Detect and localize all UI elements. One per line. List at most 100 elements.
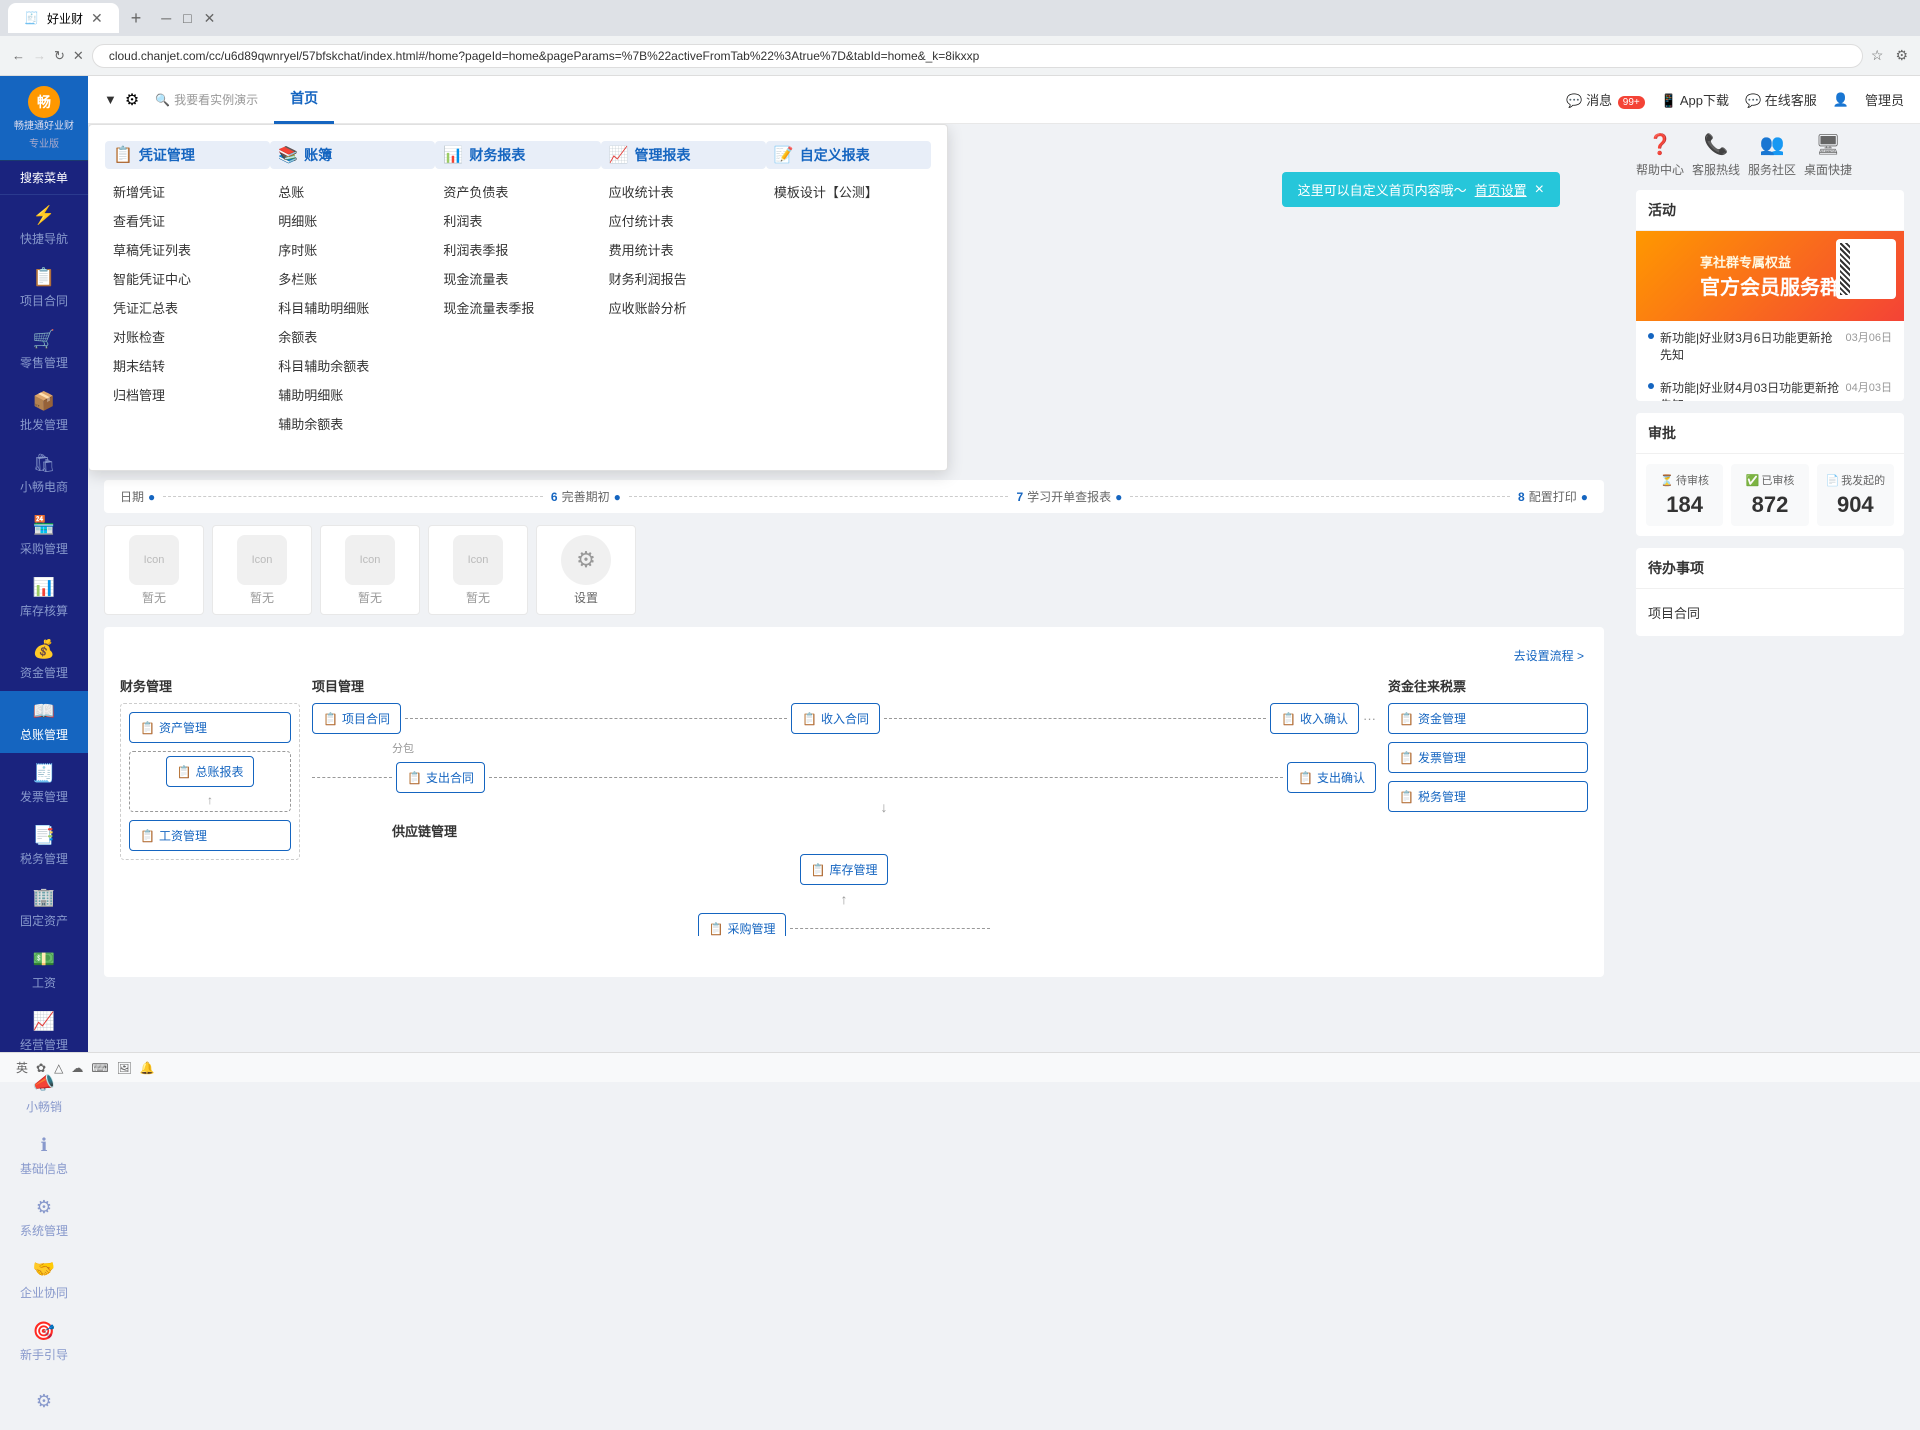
menu-item-yeb[interactable]: 余额表 bbox=[278, 322, 427, 351]
promo-banner[interactable]: 享社群专属权益 官方会员服务群 bbox=[1636, 231, 1904, 321]
top-search-demo[interactable]: 🔍 我要看实例演示 bbox=[155, 91, 258, 108]
menu-item-zcfzb[interactable]: 资产负债表 bbox=[443, 177, 592, 206]
tab-close-button[interactable]: ✕ bbox=[91, 10, 103, 27]
browser-tab[interactable]: 🧾 好业财 ✕ bbox=[8, 3, 119, 33]
flow-node-capital-mgmt[interactable]: 📋 资金管理 bbox=[1388, 703, 1588, 734]
menu-item-dlz[interactable]: 多栏账 bbox=[278, 264, 427, 293]
flow-node-salary[interactable]: 📋 工资管理 bbox=[129, 820, 291, 851]
menu-item-xjllbjb[interactable]: 现金流量表季报 bbox=[443, 293, 592, 322]
menu-item-fzyeb[interactable]: 辅助余额表 bbox=[278, 409, 427, 438]
menu-item-lrb[interactable]: 利润表 bbox=[443, 206, 592, 235]
settings-icon-top[interactable]: ⚙ bbox=[125, 90, 139, 110]
back-icon[interactable]: ← bbox=[12, 48, 25, 63]
sidebar-item-xinshou[interactable]: 🎯新手引导 bbox=[0, 1311, 88, 1373]
right-link-help[interactable]: ❓ 帮助中心 bbox=[1636, 132, 1684, 178]
sidebar-item-fapiao[interactable]: 🧾发票管理 bbox=[0, 753, 88, 815]
flow-node-expense-contract[interactable]: 📋 支出合同 bbox=[396, 762, 485, 793]
flow-node-income-contract[interactable]: 📋 收入合同 bbox=[791, 703, 880, 734]
sidebar-item-kuaijie[interactable]: ⚡快捷导航 bbox=[0, 195, 88, 257]
flow-node-asset[interactable]: 📋 资产管理 bbox=[129, 712, 291, 743]
menu-item-fytjb[interactable]: 费用统计表 bbox=[609, 235, 758, 264]
close-window-icon[interactable]: ✕ bbox=[204, 10, 216, 27]
sidebar-search[interactable]: 搜索菜单 bbox=[0, 161, 88, 195]
sidebar-item-pifa[interactable]: 📦批发管理 bbox=[0, 381, 88, 443]
menu-item-ystjb[interactable]: 应收统计表 bbox=[609, 177, 758, 206]
sidebar-item-zongzhang[interactable]: 📖总账管理 bbox=[0, 691, 88, 753]
todo-item-xiangmu[interactable]: 项目合同 bbox=[1648, 599, 1892, 626]
sidebar-settings-button[interactable]: ⚙ bbox=[0, 1381, 88, 1422]
online-support-button[interactable]: 💬 在线客服 bbox=[1745, 90, 1817, 109]
approval-initiated[interactable]: 📄 我发起的 904 bbox=[1817, 464, 1894, 526]
menu-item-xjllb[interactable]: 现金流量表 bbox=[443, 264, 592, 293]
customize-banner[interactable]: 这里可以自定义首页内容哦～ 首页设置 × bbox=[1282, 172, 1560, 207]
menu-item-mbsj[interactable]: 模板设计【公测】 bbox=[774, 177, 923, 206]
sidebar-item-gongzi[interactable]: 💵工资 bbox=[0, 939, 88, 1001]
icon-cell-2[interactable]: Icon 暂无 bbox=[212, 525, 312, 615]
set-flow-button[interactable]: 去设置流程 > bbox=[1510, 643, 1588, 668]
sidebar-item-xitong[interactable]: ⚙系统管理 bbox=[0, 1187, 88, 1249]
user-avatar[interactable]: 👤 bbox=[1833, 92, 1849, 108]
flow-node-tax-mgmt[interactable]: 📋 税务管理 bbox=[1388, 781, 1588, 812]
nav-tab-home[interactable]: 首页 bbox=[274, 76, 334, 124]
menu-item-yftjb[interactable]: 应付统计表 bbox=[609, 206, 758, 235]
right-link-service[interactable]: 📞 客服热线 bbox=[1692, 132, 1740, 178]
menu-item-pzhzb[interactable]: 凭证汇总表 bbox=[113, 293, 262, 322]
sidebar-item-kucun[interactable]: 📊库存核算 bbox=[0, 567, 88, 629]
forward-icon[interactable]: → bbox=[33, 48, 46, 63]
flow-node-inventory[interactable]: 📋 库存管理 bbox=[800, 854, 889, 885]
right-link-desktop[interactable]: 🖥 桌面快捷 bbox=[1804, 132, 1852, 178]
flow-node-purchase[interactable]: 📋 采购管理 bbox=[698, 913, 787, 936]
customize-link-1[interactable]: 首页设置 bbox=[1475, 180, 1527, 199]
flow-node-ledger[interactable]: 📋 总账报表 bbox=[166, 756, 255, 787]
flow-node-expense-confirm[interactable]: 📋 支出确认 bbox=[1287, 762, 1376, 793]
sidebar-item-lingshou[interactable]: 🛒零售管理 bbox=[0, 319, 88, 381]
customize-close-button[interactable]: × bbox=[1535, 181, 1544, 199]
menu-item-fzmxz[interactable]: 辅助明细账 bbox=[278, 380, 427, 409]
menu-item-qmjz[interactable]: 期末结转 bbox=[113, 351, 262, 380]
menu-item-kmfzyeb[interactable]: 科目辅助余额表 bbox=[278, 351, 427, 380]
extension-icon[interactable]: ⚙ bbox=[1895, 47, 1908, 64]
maximize-icon[interactable]: □ bbox=[183, 10, 191, 27]
menu-item-znpz[interactable]: 智能凭证中心 bbox=[113, 264, 262, 293]
menu-item-lrbjb[interactable]: 利润表季报 bbox=[443, 235, 592, 264]
sidebar-item-zijin[interactable]: 💰资金管理 bbox=[0, 629, 88, 691]
menu-item-zz[interactable]: 总账 bbox=[278, 177, 427, 206]
flow-node-project-contract[interactable]: 📋 项目合同 bbox=[312, 703, 401, 734]
messages-button[interactable]: 💬 消息 99+ bbox=[1566, 90, 1644, 109]
refresh-icon[interactable]: ↻ bbox=[54, 48, 65, 64]
minimize-icon[interactable]: ─ bbox=[161, 10, 171, 27]
approval-done[interactable]: ✅ 已审核 872 bbox=[1731, 464, 1808, 526]
delete-icon[interactable]: ✕ bbox=[73, 48, 84, 64]
approval-pending[interactable]: ⏳ 待审核 184 bbox=[1646, 464, 1723, 526]
sidebar-item-xiangmu[interactable]: 📋项目合同 bbox=[0, 257, 88, 319]
right-link-community[interactable]: 👥 服务社区 bbox=[1748, 132, 1796, 178]
menu-item-xsz[interactable]: 序时账 bbox=[278, 235, 427, 264]
icon-cell-settings[interactable]: ⚙ 设置 bbox=[536, 525, 636, 615]
flow-node-invoice-mgmt[interactable]: 📋 发票管理 bbox=[1388, 742, 1588, 773]
icon-cell-1[interactable]: Icon 暂无 bbox=[104, 525, 204, 615]
menu-item-kmfzmxz[interactable]: 科目辅助明细账 bbox=[278, 293, 427, 322]
flow-node-income-confirm[interactable]: 📋 收入确认 bbox=[1270, 703, 1359, 734]
sidebar-item-gudingzichan[interactable]: 🏢固定资产 bbox=[0, 877, 88, 939]
status-lang[interactable]: 英 bbox=[16, 1059, 28, 1076]
new-tab-button[interactable]: + bbox=[123, 6, 150, 31]
menu-item-mxz[interactable]: 明细账 bbox=[278, 206, 427, 235]
menu-item-gdgl[interactable]: 归档管理 bbox=[113, 380, 262, 409]
sidebar-item-shuiwu[interactable]: 📑税务管理 bbox=[0, 815, 88, 877]
sidebar-item-jingying[interactable]: 📈经营管理 bbox=[0, 1001, 88, 1063]
menu-item-xzpz[interactable]: 新增凭证 bbox=[113, 177, 262, 206]
menu-item-dzjc[interactable]: 对账检查 bbox=[113, 322, 262, 351]
sidebar-item-dianshang[interactable]: 🛍小畅电商 bbox=[0, 443, 88, 505]
menu-item-ysclfx[interactable]: 应收账龄分析 bbox=[609, 293, 758, 322]
icon-cell-4[interactable]: Icon 暂无 bbox=[428, 525, 528, 615]
bookmark-icon[interactable]: ☆ bbox=[1871, 47, 1884, 64]
icon-cell-3[interactable]: Icon 暂无 bbox=[320, 525, 420, 615]
app-download-button[interactable]: 📱 App下载 bbox=[1661, 90, 1729, 109]
menu-item-cspz[interactable]: 草稿凭证列表 bbox=[113, 235, 262, 264]
company-selector[interactable]: ▼ bbox=[104, 92, 117, 107]
address-input[interactable] bbox=[92, 44, 1863, 68]
sidebar-item-caigou[interactable]: 🏪采购管理 bbox=[0, 505, 88, 567]
menu-item-ckpz[interactable]: 查看凭证 bbox=[113, 206, 262, 235]
sidebar-item-qiyexietong[interactable]: 🤝企业协同 bbox=[0, 1249, 88, 1311]
sidebar-item-jichu[interactable]: ℹ基础信息 bbox=[0, 1125, 88, 1187]
